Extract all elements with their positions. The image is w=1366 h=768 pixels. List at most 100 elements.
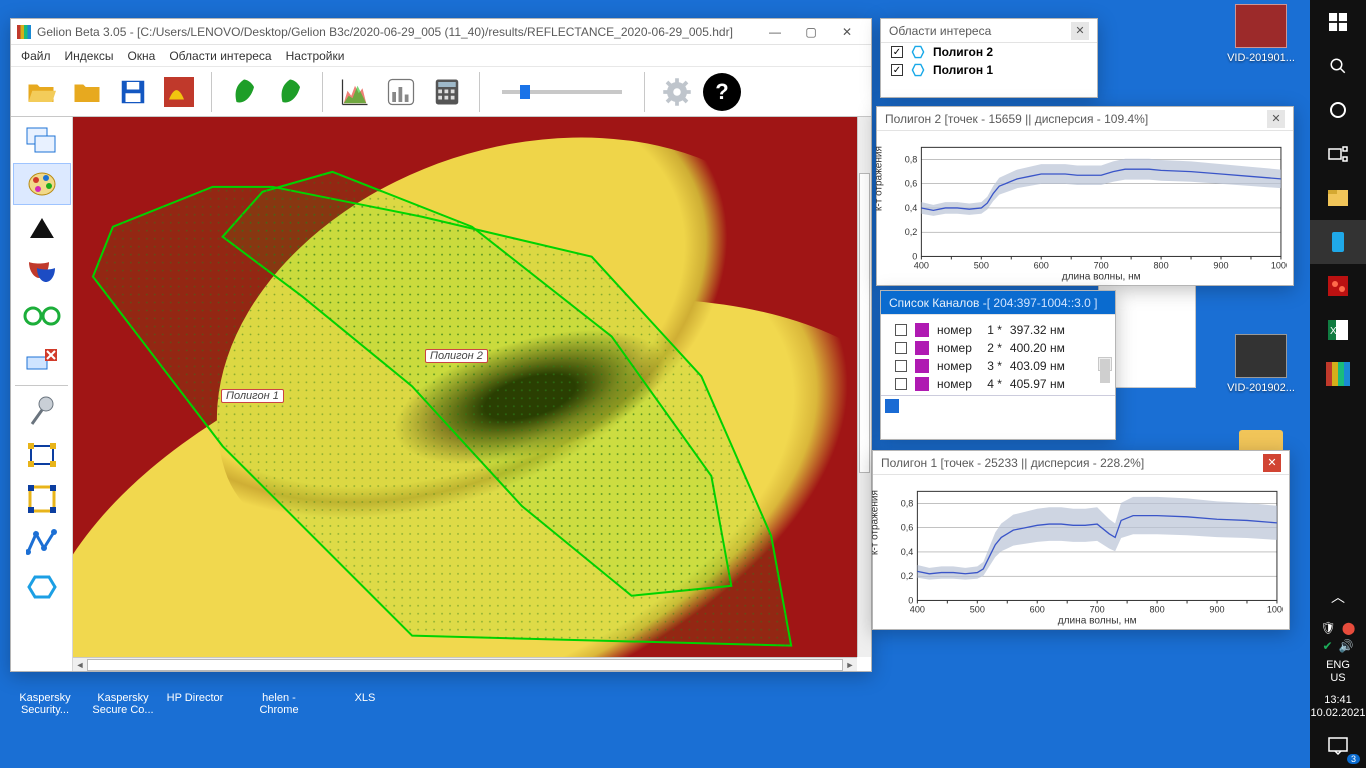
checkbox-icon[interactable]: [895, 378, 907, 390]
checkbox-icon[interactable]: ✓: [891, 46, 903, 58]
scrollbar-thumb[interactable]: [1100, 359, 1110, 383]
scrollbar-thumb[interactable]: [87, 659, 843, 671]
histogram-button[interactable]: [335, 72, 375, 112]
palette-icon[interactable]: [13, 163, 71, 205]
slider-knob[interactable]: [520, 85, 530, 99]
menu-item-settings[interactable]: Настройки: [286, 49, 345, 63]
channel-row[interactable]: номер3 *403.09 нм: [887, 357, 1097, 375]
menu-item-indexes[interactable]: Индексы: [65, 49, 114, 63]
desktop-icon-label: VID-201902...: [1226, 382, 1296, 394]
panel-titlebar[interactable]: Области интереса ✕: [881, 19, 1097, 43]
search-icon[interactable]: [1310, 44, 1366, 88]
palette-button[interactable]: [159, 72, 199, 112]
desktop: VID-201901... VID-201902... Kaspersky Se…: [0, 0, 1366, 768]
maximize-button[interactable]: ▢: [793, 21, 829, 43]
zoom-slider[interactable]: [502, 90, 622, 94]
panel-titlebar[interactable]: Список Каналов - [ 204:397-1004::3.0 ]: [881, 291, 1115, 315]
help-button[interactable]: ?: [703, 73, 741, 111]
close-button[interactable]: ✕: [829, 21, 865, 43]
roi-panel: Области интереса ✕ ✓ Полигон 2 ✓ Полигон…: [880, 18, 1098, 98]
desktop-icon-vid2[interactable]: VID-201902...: [1226, 334, 1296, 394]
leaf1-button[interactable]: [224, 72, 264, 112]
tray-lang[interactable]: ENG US: [1326, 655, 1350, 689]
checkbox-icon[interactable]: [895, 360, 907, 372]
explorer-icon[interactable]: [1310, 176, 1366, 220]
svg-text:700: 700: [1094, 261, 1109, 271]
gelion-icon[interactable]: [1310, 352, 1366, 396]
panel-titlebar[interactable]: Полигон 2 [точек - 15659 || дисперсия - …: [877, 107, 1293, 131]
open-button[interactable]: [21, 72, 61, 112]
channel-row[interactable]: номер2 *400.20 нм: [887, 339, 1097, 357]
square-select-icon[interactable]: [13, 478, 71, 520]
svg-text:0,4: 0,4: [901, 547, 914, 557]
masks-icon[interactable]: [13, 251, 71, 293]
start-icon[interactable]: [1310, 0, 1366, 44]
close-icon[interactable]: ✕: [1071, 22, 1089, 40]
menu-item-file[interactable]: Файл: [21, 49, 51, 63]
scrollbar-thumb[interactable]: [859, 173, 870, 473]
barchart-button[interactable]: [381, 72, 421, 112]
check-icon[interactable]: ✔: [1322, 639, 1332, 653]
polyline-icon[interactable]: [13, 522, 71, 564]
cortana-icon[interactable]: [1310, 88, 1366, 132]
roi-item[interactable]: ✓ Полигон 2: [881, 43, 1097, 61]
hexagon-icon[interactable]: [13, 566, 71, 608]
scrollbar-thumb[interactable]: [885, 399, 899, 413]
calculator-button[interactable]: [427, 72, 467, 112]
channel-row[interactable]: номер1 *397.32 нм: [887, 321, 1097, 339]
desktop-label[interactable]: HP Director: [160, 692, 230, 704]
windows-icon[interactable]: [13, 119, 71, 161]
scroll-right-icon[interactable]: ►: [843, 659, 857, 671]
prism-icon[interactable]: [13, 207, 71, 249]
volume-icon[interactable]: 🔊: [1339, 639, 1354, 653]
notification-badge: 3: [1347, 754, 1360, 764]
taskview-icon[interactable]: [1310, 132, 1366, 176]
blue-scroll[interactable]: [881, 395, 1115, 415]
pin-icon[interactable]: [13, 390, 71, 432]
panel-titlebar[interactable]: Полигон 1 [точек - 25233 || дисперсия - …: [873, 451, 1289, 475]
titlebar[interactable]: Gelion Beta 3.05 - [C:/Users/LENOVO/Desk…: [11, 19, 871, 45]
folder-button[interactable]: [67, 72, 107, 112]
vertical-scrollbar[interactable]: [1098, 357, 1112, 371]
desktop-icon-vid1[interactable]: VID-201901...: [1226, 4, 1296, 64]
channel-value: 405.97 нм: [1010, 377, 1065, 391]
close-icon[interactable]: ✕: [1263, 454, 1281, 472]
checkbox-icon[interactable]: [895, 342, 907, 354]
rect-select-icon[interactable]: [13, 434, 71, 476]
clear-icon[interactable]: [13, 339, 71, 381]
desktop-label[interactable]: XLS: [330, 692, 400, 704]
desktop-label[interactable]: helen - Chrome: [244, 692, 314, 716]
minimize-button[interactable]: —: [757, 21, 793, 43]
checkbox-icon[interactable]: [895, 324, 907, 336]
notifications-icon[interactable]: 3: [1310, 724, 1366, 768]
desktop-label[interactable]: Kaspersky Secure Co...: [88, 692, 158, 716]
channel-row[interactable]: номер4 *405.97 нм: [887, 375, 1097, 393]
menu-item-roi[interactable]: Области интереса: [169, 49, 271, 63]
save-button[interactable]: [113, 72, 153, 112]
red-app-icon[interactable]: [1310, 264, 1366, 308]
image-canvas[interactable]: Полигон 1 Полигон 2: [73, 117, 857, 657]
checkbox-icon[interactable]: ✓: [891, 64, 903, 76]
menu-item-windows[interactable]: Окна: [127, 49, 155, 63]
warn-icon[interactable]: ⬤: [1342, 621, 1355, 635]
chevron-up-icon[interactable]: ︿: [1310, 575, 1366, 619]
desktop-label[interactable]: Kaspersky Security...: [10, 692, 80, 716]
roi-item[interactable]: ✓ Полигон 1: [881, 61, 1097, 79]
polygon-2-label: Полигон 2: [425, 349, 488, 363]
color-swatch-icon: [915, 323, 929, 337]
excel-icon[interactable]: X: [1310, 308, 1366, 352]
tray-clock[interactable]: 13:41 10.02.2021: [1310, 690, 1365, 724]
close-icon[interactable]: ✕: [1267, 110, 1285, 128]
tray-icons[interactable]: 🛡 ⬤: [1321, 619, 1356, 637]
svg-text:800: 800: [1150, 605, 1165, 615]
vertical-scrollbar[interactable]: [857, 117, 871, 657]
shield-icon[interactable]: 🛡: [1321, 621, 1336, 635]
scroll-left-icon[interactable]: ◄: [73, 659, 87, 671]
glasses-icon[interactable]: [13, 295, 71, 337]
leaf2-button[interactable]: [270, 72, 310, 112]
phone-icon[interactable]: [1310, 220, 1366, 264]
tray-icons[interactable]: ✔ 🔊: [1322, 637, 1353, 655]
settings-button[interactable]: [657, 72, 697, 112]
svg-text:длина волны, нм: длина волны, нм: [1058, 616, 1137, 627]
horizontal-scrollbar[interactable]: ◄ ►: [73, 657, 857, 671]
